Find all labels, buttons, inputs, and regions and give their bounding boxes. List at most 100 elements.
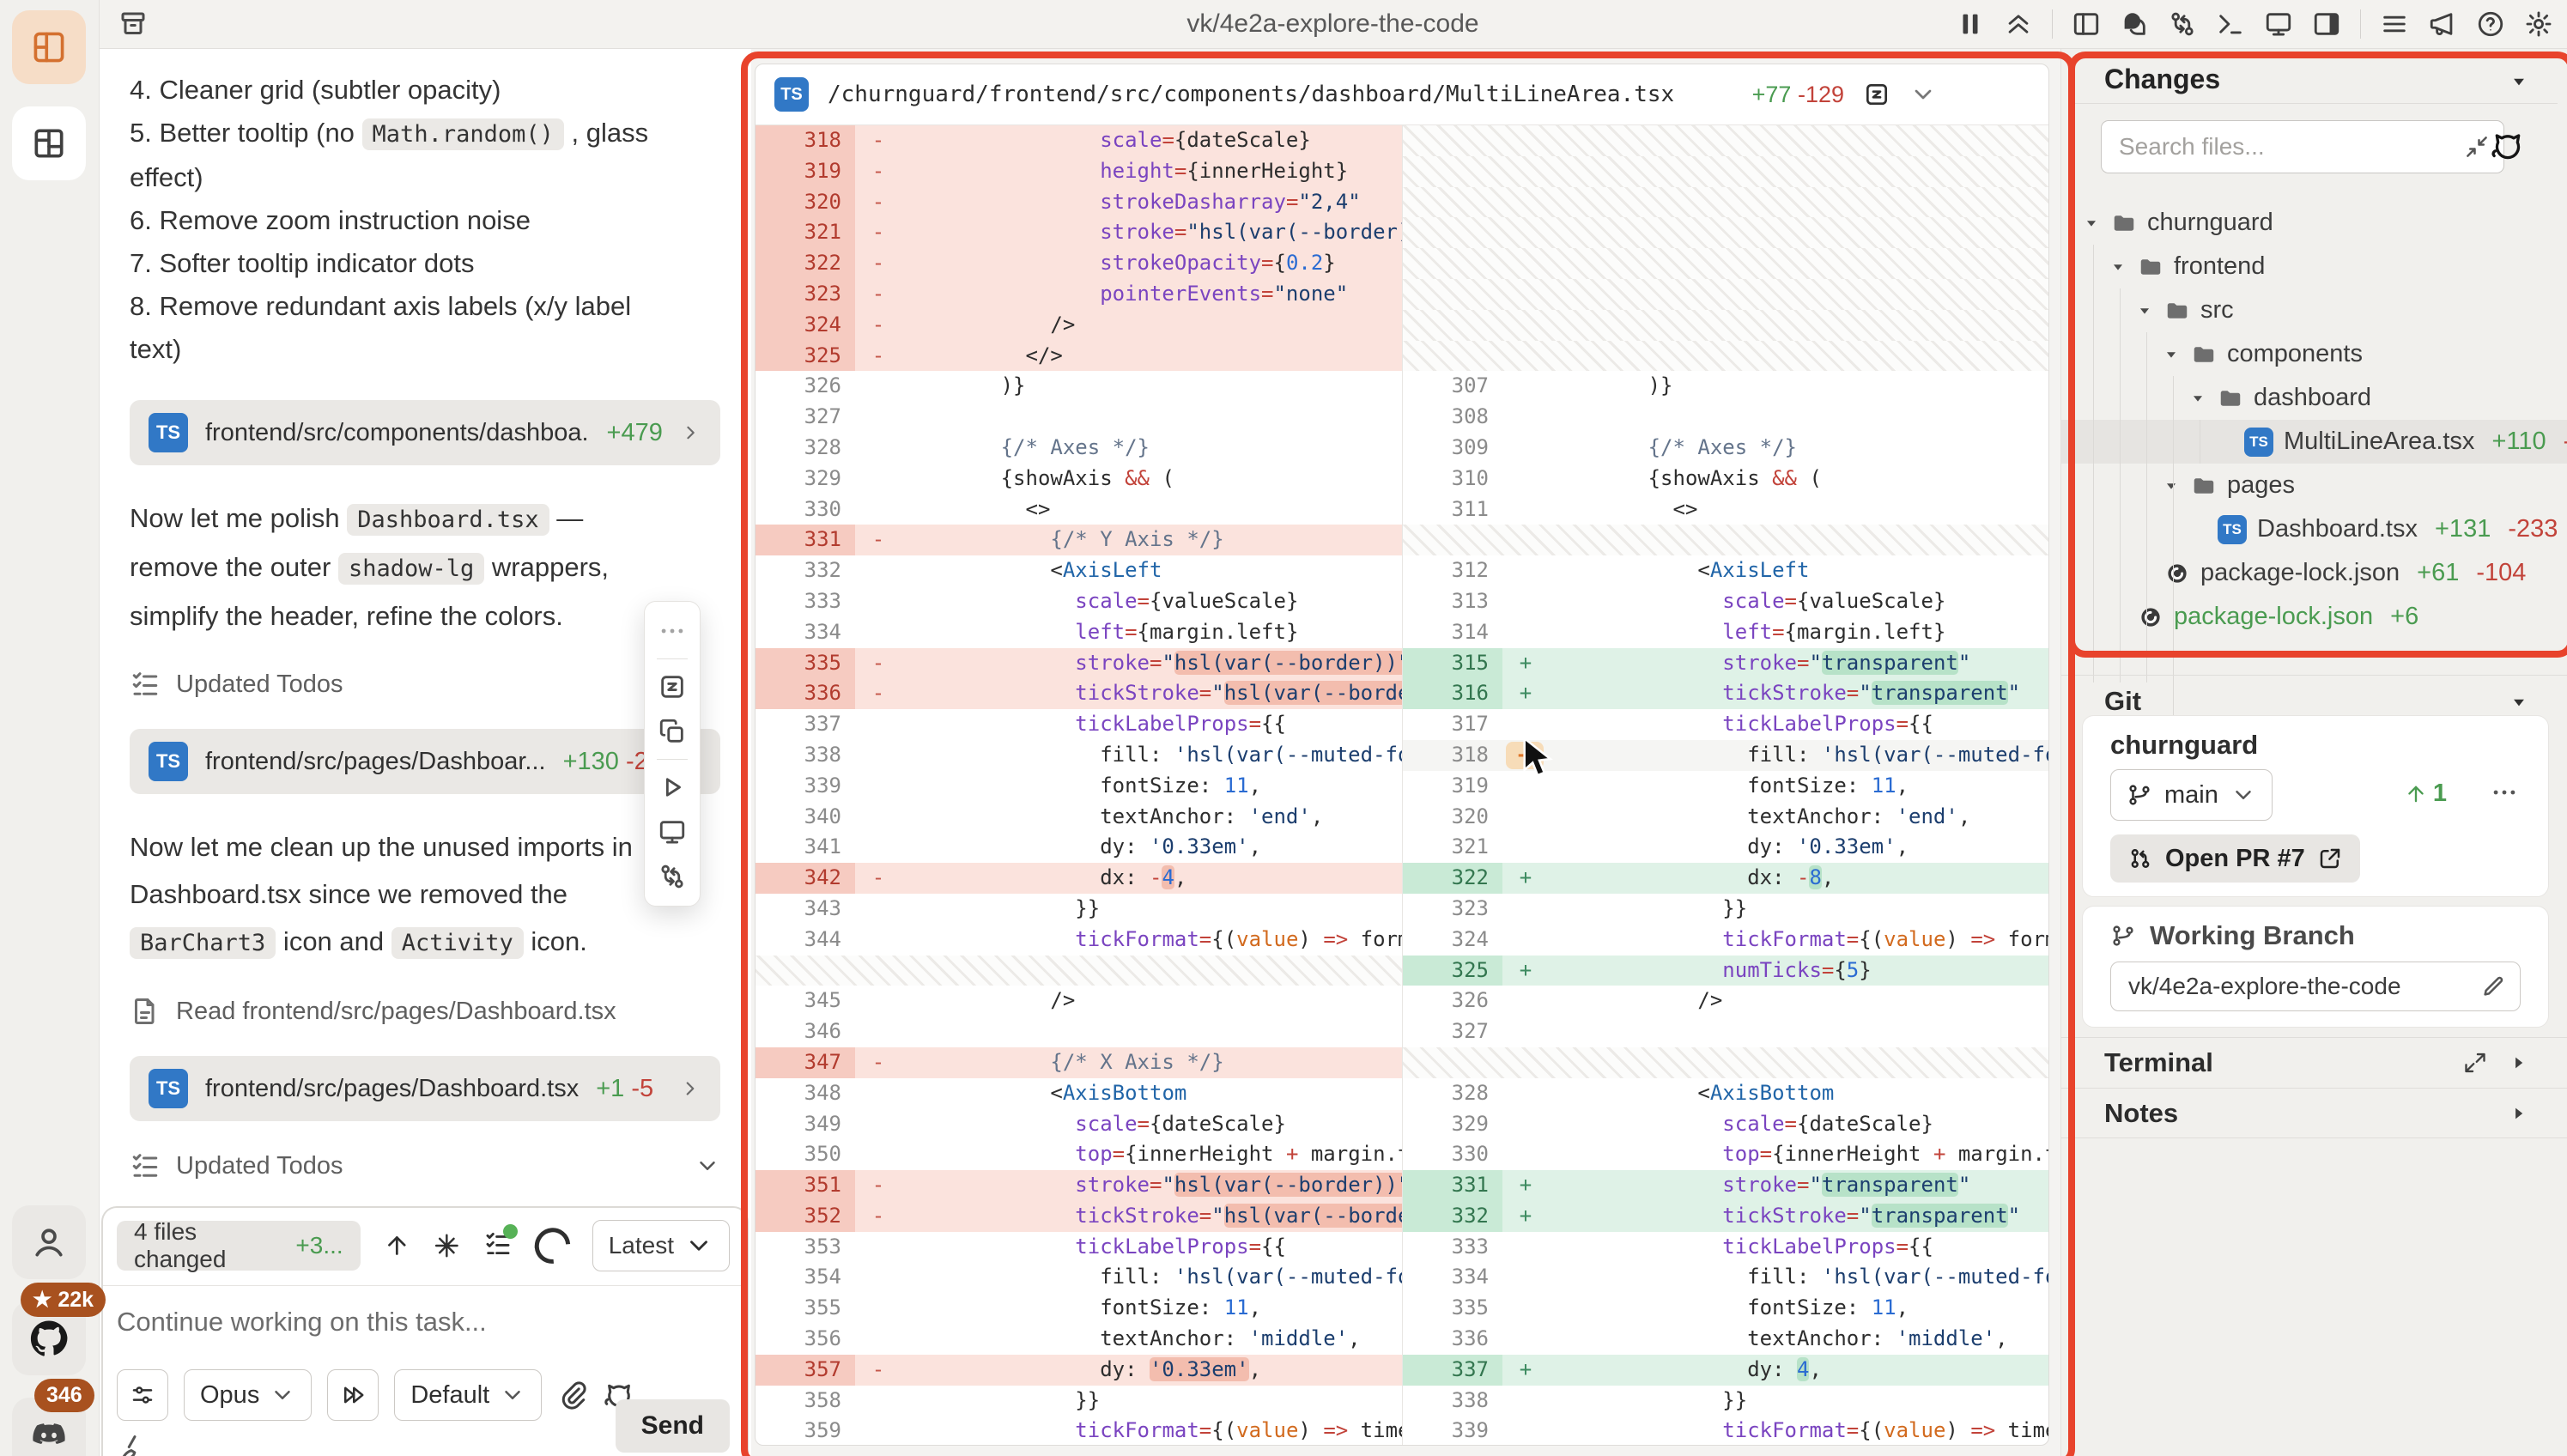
branch-dropdown[interactable]: main: [2110, 769, 2273, 821]
git-compare-icon[interactable]: [2168, 9, 2197, 39]
model-dropdown[interactable]: Opus: [184, 1369, 312, 1421]
tree-item-dashboard-tsx[interactable]: TSDashboard.tsx+131-233: [2061, 507, 2567, 551]
mode-dropdown[interactable]: Default: [394, 1369, 542, 1421]
fast-forward-button[interactable]: [327, 1369, 379, 1421]
settings-icon[interactable]: [2524, 9, 2553, 39]
open-pr-button[interactable]: Open PR #7: [2110, 834, 2360, 883]
screen-icon[interactable]: [658, 817, 687, 846]
send-button[interactable]: Send: [616, 1399, 730, 1453]
message-hover-toolbar: [644, 601, 701, 907]
working-branch-input[interactable]: vk/4e2a-explore-the-code: [2110, 962, 2521, 1011]
terminal-icon[interactable]: [2216, 9, 2245, 39]
copy-icon[interactable]: [658, 717, 687, 746]
line-number: 316: [1403, 678, 1502, 709]
diff-marker: [855, 494, 901, 525]
caret-right-icon: [2506, 1051, 2530, 1075]
attach-icon[interactable]: [557, 1380, 588, 1410]
workspace-active-button[interactable]: [12, 10, 86, 84]
expand-icon[interactable]: [2463, 1051, 2487, 1075]
menu-icon[interactable]: [2380, 9, 2409, 39]
code-line: scale={valueScale}: [1549, 586, 2049, 617]
caret-down-icon[interactable]: [2162, 345, 2181, 364]
files-changed-chip[interactable]: 4 files changed +3...: [117, 1221, 361, 1271]
play-icon[interactable]: [658, 773, 687, 802]
collapse-tree-icon[interactable]: [2464, 134, 2490, 160]
view-diff-icon[interactable]: [658, 672, 687, 701]
panel-left-icon[interactable]: [2072, 9, 2101, 39]
diff-marker: [1502, 986, 1549, 1016]
panel-right-icon[interactable]: [2312, 9, 2341, 39]
collapse-diff-icon[interactable]: [1909, 81, 1937, 108]
diff-view-icon[interactable]: [1863, 81, 1890, 108]
line-number: 337: [1403, 1355, 1502, 1386]
tree-item-package-lock-json[interactable]: package-lock.json+6: [2061, 595, 2567, 639]
line-number: 332: [1403, 1201, 1502, 1232]
notes-section[interactable]: Notes: [2061, 1088, 2567, 1138]
diff-marker: [855, 1109, 901, 1140]
more-options-icon[interactable]: [658, 616, 687, 646]
code-line: left={margin.left}: [1549, 617, 2049, 648]
messages-icon[interactable]: [2120, 9, 2149, 39]
diff-line: 325+ numTicks={5}: [1403, 956, 2049, 986]
diff-marker: [855, 402, 901, 433]
file-search-input[interactable]: Search files...: [2101, 120, 2504, 173]
file-diff-chip[interactable]: TSfrontend/src/components/dashboa...+479: [130, 400, 720, 465]
diff-row: 323- pointerEvents="none": [756, 279, 2048, 310]
version-dropdown[interactable]: Latest: [592, 1220, 730, 1271]
file-diff-chip[interactable]: TSfrontend/src/pages/Dashboar...+130 -22: [130, 729, 720, 794]
caret-down-icon[interactable]: [2188, 389, 2207, 408]
tree-item-frontend[interactable]: frontend: [2061, 245, 2567, 288]
chevrons-up-icon[interactable]: [2004, 9, 2033, 39]
code-line: tickStroke="hsl(var(--border))": [901, 678, 1402, 709]
help-icon[interactable]: [2476, 9, 2505, 39]
spark-icon[interactable]: [433, 1231, 461, 1260]
pause-icon[interactable]: [1956, 9, 1985, 39]
tree-item-components[interactable]: components: [2061, 332, 2567, 376]
tree-item-multilinearea-tsx[interactable]: TSMultiLineArea.tsx+110-162: [2061, 420, 2567, 464]
broom-icon[interactable]: [117, 1433, 148, 1456]
diff-line: 326 />: [1403, 986, 2049, 1016]
diff-marker: [855, 894, 901, 925]
text-line: text): [130, 328, 720, 371]
caret-down-icon[interactable]: [2135, 301, 2154, 320]
account-button[interactable]: [12, 1205, 86, 1279]
diff-row: 354 fill: 'hsl(var(--muted-foreground))'…: [756, 1262, 2048, 1293]
message-input[interactable]: Continue working on this task...: [103, 1286, 747, 1338]
diff-row: 350 top={innerHeight + margin.top}330 to…: [756, 1139, 2048, 1170]
caret-down-icon[interactable]: [2508, 70, 2530, 93]
git-compare-icon[interactable]: [658, 862, 687, 891]
caret-down-icon[interactable]: [2082, 214, 2101, 233]
todos-status[interactable]: [483, 1229, 513, 1263]
mode-label: Default: [410, 1381, 489, 1410]
line-number: 324: [1403, 925, 1502, 956]
text-line: simplify the header, refine the colors.: [130, 592, 720, 640]
diff-row: 334 left={margin.left}314 left={margin.l…: [756, 617, 2048, 648]
add-comment-button[interactable]: +: [1506, 742, 1544, 769]
diff-marker: [1502, 709, 1549, 740]
caret-down-icon[interactable]: [2162, 476, 2181, 495]
tool-call-row[interactable]: Updated Todos: [130, 1150, 720, 1181]
tool-call-row[interactable]: Updated Todos: [130, 669, 720, 700]
file-diff-chip[interactable]: TSfrontend/src/pages/Dashboard.tsx+1 -5: [130, 1056, 720, 1121]
cat-icon[interactable]: [2491, 129, 2525, 163]
diff-row: 338 fill: 'hsl(var(--muted-foreground))'…: [756, 740, 2048, 771]
settings-sliders-button[interactable]: [117, 1369, 168, 1421]
tree-item-pages[interactable]: pages: [2061, 464, 2567, 507]
diff-line: 355 fontSize: 11,: [756, 1293, 1403, 1324]
scroll-up-icon[interactable]: [383, 1231, 411, 1260]
more-options-icon[interactable]: [2490, 778, 2519, 807]
tree-item-package-lock-json[interactable]: package-lock.json+61-104: [2061, 551, 2567, 595]
announcements-icon[interactable]: [2428, 9, 2457, 39]
tree-item-churnguard[interactable]: churnguard: [2061, 201, 2567, 245]
terminal-section[interactable]: Terminal: [2061, 1037, 2567, 1088]
tool-call-row[interactable]: Read frontend/src/pages/Dashboard.tsx: [130, 996, 720, 1027]
screen-share-icon[interactable]: [2264, 9, 2293, 39]
board-button[interactable]: [12, 106, 86, 180]
tree-item-src[interactable]: src: [2061, 288, 2567, 332]
diff-line: 335- stroke="hsl(var(--border))": [756, 648, 1403, 679]
tree-item-dashboard[interactable]: dashboard: [2061, 376, 2567, 420]
edit-icon[interactable]: [2480, 974, 2506, 999]
diff-line: 337+ dy: 4,: [1403, 1355, 2049, 1386]
caret-down-icon[interactable]: [2109, 258, 2127, 276]
chevron-down-icon[interactable]: [695, 1153, 720, 1179]
